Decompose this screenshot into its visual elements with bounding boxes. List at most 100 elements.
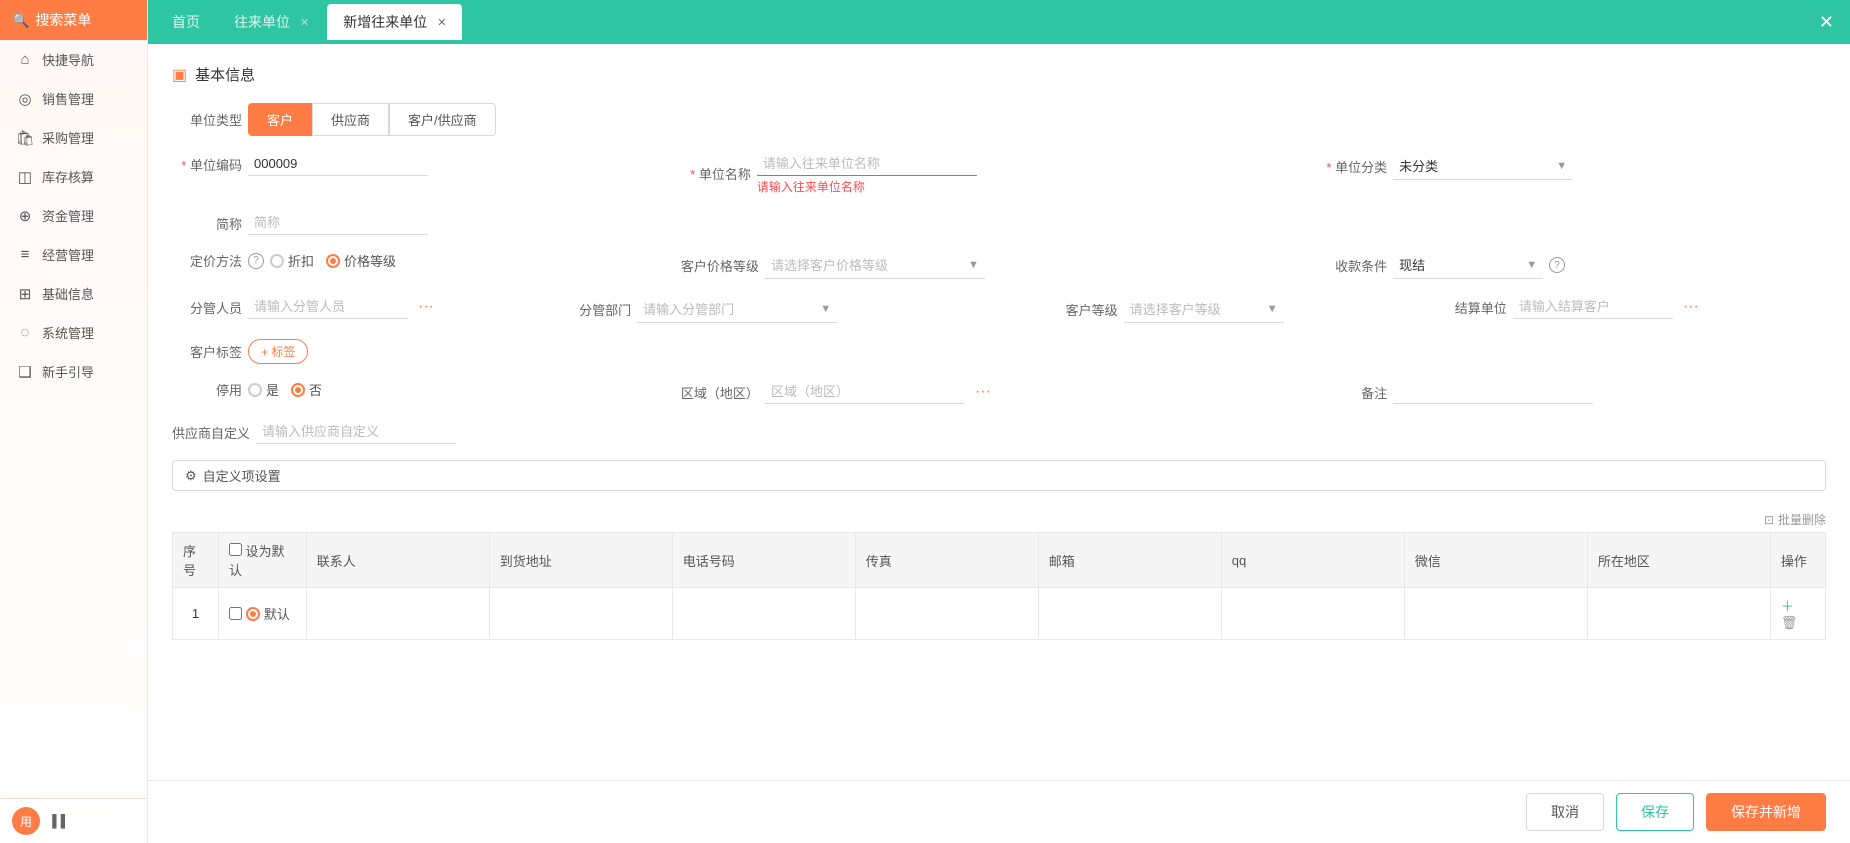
- remark-label: 备注: [1317, 383, 1387, 402]
- unit-type-customer-button[interactable]: 客户: [248, 103, 312, 136]
- table-header-cell: 设为默认: [218, 533, 306, 588]
- section-icon: ▣: [172, 65, 187, 85]
- unit-category-arrow: ▼: [1556, 160, 1567, 172]
- unit-code-label: 单位编码: [172, 155, 242, 174]
- table-cell-input[interactable]: [500, 606, 662, 621]
- user-avatar: 用: [12, 807, 40, 835]
- customer-price-label: 客户价格等级: [681, 256, 759, 275]
- window-close-button[interactable]: ✕: [1811, 12, 1842, 33]
- sidebar-item-operations[interactable]: ≡经营管理: [0, 235, 147, 274]
- settlement-input[interactable]: [1513, 295, 1673, 319]
- add-row-icon[interactable]: ＋: [1781, 599, 1794, 614]
- manager-input[interactable]: [248, 295, 408, 319]
- table-cell-input[interactable]: [317, 606, 479, 621]
- pricing-radio-group: 折扣 价格等级: [270, 251, 396, 270]
- region-more-icon[interactable]: ···: [975, 383, 991, 401]
- alias-input[interactable]: [248, 211, 428, 235]
- section-header: ▣ 基本信息: [172, 64, 1826, 85]
- table-cell-input[interactable]: [1232, 606, 1394, 621]
- settlement-more-icon[interactable]: ···: [1683, 298, 1699, 316]
- sidebar-item-basic[interactable]: ⊞基础信息: [0, 274, 147, 313]
- settlement-label: 结算单位: [1437, 298, 1507, 317]
- pricing-help-icon[interactable]: ?: [248, 253, 264, 269]
- select-all-checkbox[interactable]: [229, 543, 242, 556]
- tab-bar: 首页往来单位✕新增往来单位✕ ✕: [148, 0, 1850, 44]
- unit-name-input[interactable]: [757, 152, 977, 176]
- delete-row-icon[interactable]: 🗑: [1781, 615, 1798, 630]
- table-header-cell: 邮箱: [1038, 533, 1221, 588]
- table-header-cell: 微信: [1404, 533, 1587, 588]
- tab-close-new-partner[interactable]: ✕: [437, 16, 446, 29]
- footer: 取消 保存 保存并新增: [148, 780, 1850, 843]
- payment-terms-arrow: ▼: [1526, 259, 1537, 271]
- unit-type-supplier-button[interactable]: 供应商: [312, 103, 389, 136]
- row-checkbox[interactable]: [229, 607, 242, 620]
- payment-terms-select[interactable]: 现结 ▼: [1393, 251, 1543, 279]
- pricing-row: 定价方法 ? 折扣 价格等级 客户价格等级 请选择客户价格等级: [172, 251, 1826, 279]
- unit-category-select[interactable]: 未分类 ▼: [1393, 152, 1573, 180]
- table-cell-input[interactable]: [1049, 606, 1211, 621]
- table-header-cell: 传真: [855, 533, 1038, 588]
- table-cell-input[interactable]: [866, 606, 1028, 621]
- custom-settings-button[interactable]: ⚙ 自定义项设置: [172, 460, 1826, 491]
- sidebar-icon-quick-nav: ⌂: [16, 51, 34, 69]
- sidebar-item-finance[interactable]: ⊕资金管理: [0, 196, 147, 235]
- supplier-custom-input[interactable]: [256, 420, 456, 444]
- unit-code-input[interactable]: [248, 152, 428, 176]
- customer-level-select[interactable]: 请选择客户等级 ▼: [1124, 295, 1284, 323]
- unit-type-row: 单位类型 客户供应商客户/供应商: [172, 103, 1826, 136]
- pricing-price-level-radio[interactable]: 价格等级: [326, 251, 396, 270]
- batch-delete-button[interactable]: ⊡ 批量删除: [172, 511, 1826, 528]
- table-header-cell: 序号: [173, 533, 219, 588]
- disable-no-radio[interactable]: 否: [291, 380, 322, 399]
- sidebar-item-sales[interactable]: ◎销售管理: [0, 79, 147, 118]
- disable-yes-radio[interactable]: 是: [248, 380, 279, 399]
- payment-terms-label: 收款条件: [1317, 256, 1387, 275]
- sidebar-icon-newbie: ❑: [16, 363, 34, 381]
- remark-input[interactable]: [1393, 380, 1593, 404]
- save-button[interactable]: 保存: [1616, 793, 1694, 831]
- search-menu[interactable]: 🔍 搜索菜单: [0, 0, 147, 40]
- add-tag-button[interactable]: + 标签: [248, 339, 308, 364]
- sidebar-item-system[interactable]: ◌系统管理: [0, 313, 147, 352]
- manager-more-icon[interactable]: ···: [418, 298, 434, 316]
- custom-settings-icon: ⚙: [185, 468, 197, 484]
- tab-new-partner[interactable]: 新增往来单位✕: [327, 4, 462, 40]
- sidebar-item-inventory[interactable]: ◫库存核算: [0, 157, 147, 196]
- sidebar-item-purchase[interactable]: 🛍采购管理: [0, 118, 147, 157]
- unit-name-error: 请输入往来单位名称: [757, 178, 977, 195]
- customer-price-arrow: ▼: [968, 259, 979, 271]
- payment-terms-help-icon[interactable]: ?: [1549, 257, 1565, 273]
- sidebar-item-quick-nav[interactable]: ⌂快捷导航: [0, 40, 147, 79]
- sidebar-icon-system: ◌: [16, 324, 34, 342]
- sidebar-icon-finance: ⊕: [16, 207, 34, 225]
- tab-partner-list[interactable]: 往来单位✕: [218, 4, 325, 40]
- batch-delete-icon: ⊡: [1764, 513, 1774, 527]
- supplier-custom-label: 供应商自定义: [172, 423, 250, 442]
- table-cell-input[interactable]: [1415, 606, 1577, 621]
- table-header-cell: 操作: [1770, 533, 1825, 588]
- sidebar-icon-operations: ≡: [16, 246, 34, 264]
- save-new-button[interactable]: 保存并新增: [1706, 793, 1826, 831]
- pricing-discount-radio[interactable]: 折扣: [270, 251, 314, 270]
- customer-price-select[interactable]: 请选择客户价格等级 ▼: [765, 251, 985, 279]
- sidebar-bottom: 用 ▐▐: [0, 798, 147, 843]
- manager-label: 分管人员: [172, 298, 242, 317]
- cancel-button[interactable]: 取消: [1526, 793, 1604, 831]
- dept-select[interactable]: 请输入分管部门 ▼: [637, 295, 837, 323]
- sidebar-icon-sales: ◎: [16, 90, 34, 108]
- unit-type-both-button[interactable]: 客户/供应商: [389, 103, 496, 136]
- tab-close-partner-list[interactable]: ✕: [300, 16, 309, 29]
- table-cell-input[interactable]: [1598, 606, 1760, 621]
- code-name-category-row: 单位编码 单位名称 请输入往来单位名称 单位分类 未分类 ▼: [172, 152, 1826, 195]
- sidebar-item-newbie[interactable]: ❑新手引导: [0, 352, 147, 391]
- region-input[interactable]: [765, 380, 965, 404]
- default-radio[interactable]: 默认: [246, 604, 290, 623]
- disable-radio-group: 是 否: [248, 380, 322, 399]
- pricing-label: 定价方法: [172, 251, 242, 270]
- disable-label: 停用: [172, 380, 242, 399]
- search-icon: 🔍: [12, 12, 29, 29]
- table-cell-input[interactable]: [683, 606, 845, 621]
- tab-home[interactable]: 首页: [156, 4, 216, 40]
- alias-row: 简称: [172, 211, 1826, 235]
